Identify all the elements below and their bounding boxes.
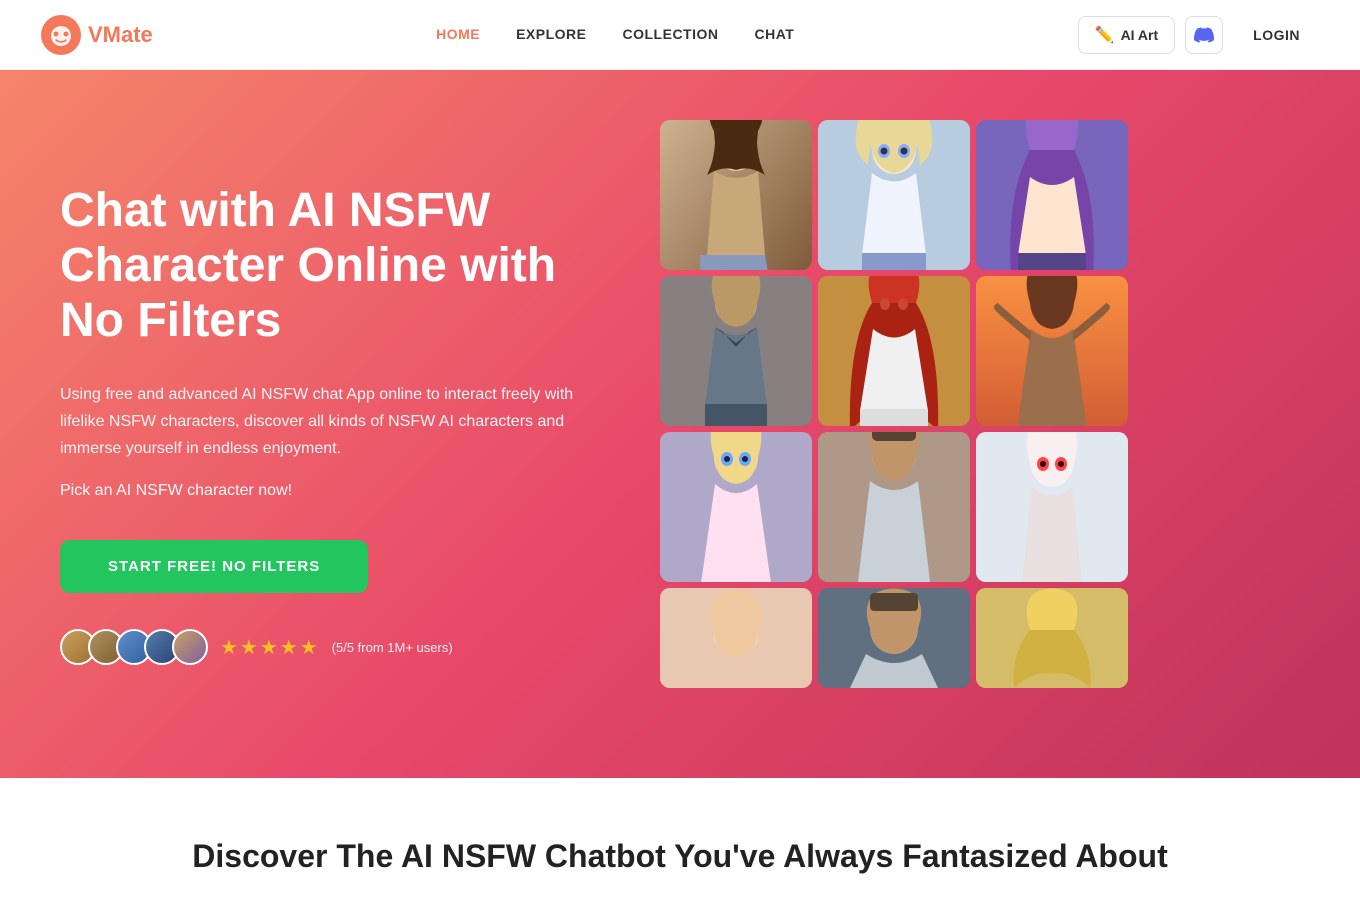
avatar <box>172 629 208 665</box>
character-image-7[interactable] <box>660 432 812 582</box>
character-image-12[interactable] <box>976 588 1128 688</box>
nav-item-home[interactable]: HOME <box>436 26 480 44</box>
character-image-3[interactable] <box>976 120 1128 270</box>
login-button[interactable]: LOGIN <box>1233 19 1320 51</box>
hero-section: Chat with AI NSFW Character Online with … <box>0 70 1360 778</box>
hero-pick-text: Pick an AI NSFW character now! <box>60 482 620 500</box>
figure-silhouette <box>976 276 1128 426</box>
character-image-8[interactable] <box>818 432 970 582</box>
character-image-10[interactable] <box>660 588 812 688</box>
character-image-5[interactable] <box>818 276 970 426</box>
navbar: VMate HOME EXPLORE COLLECTION CHAT ✏️ AI… <box>0 0 1360 70</box>
figure-silhouette <box>976 120 1128 270</box>
ai-art-icon: ✏️ <box>1095 25 1115 45</box>
rating-stars: ★★★★★ <box>220 635 320 660</box>
bottom-section: Discover The AI NSFW Chatbot You've Alwa… <box>0 778 1360 915</box>
discord-button[interactable] <box>1185 16 1223 54</box>
logo-text: VMate <box>88 22 153 48</box>
character-image-2[interactable] <box>818 120 970 270</box>
ai-art-label: AI Art <box>1121 27 1159 43</box>
character-image-9[interactable] <box>976 432 1128 582</box>
figure-silhouette <box>818 432 970 582</box>
bottom-title: Discover The AI NSFW Chatbot You've Alwa… <box>40 838 1320 875</box>
logo[interactable]: VMate <box>40 14 153 56</box>
nav-right: ✏️ AI Art LOGIN <box>1078 16 1320 54</box>
user-avatars <box>60 629 208 665</box>
nav-item-explore[interactable]: EXPLORE <box>516 26 586 44</box>
figure-silhouette <box>818 120 970 270</box>
hero-rating: ★★★★★ (5/5 from 1M+ users) <box>60 629 620 665</box>
ai-art-button[interactable]: ✏️ AI Art <box>1078 16 1176 54</box>
rating-text: (5/5 from 1M+ users) <box>332 640 453 655</box>
figure-silhouette <box>660 432 812 582</box>
nav-item-chat[interactable]: CHAT <box>755 26 795 44</box>
discord-icon <box>1194 25 1214 45</box>
hero-description: Using free and advanced AI NSFW chat App… <box>60 381 620 463</box>
nav-links: HOME EXPLORE COLLECTION CHAT <box>436 26 794 44</box>
character-image-1[interactable] <box>660 120 812 270</box>
nav-item-collection[interactable]: COLLECTION <box>623 26 719 44</box>
hero-title: Chat with AI NSFW Character Online with … <box>60 183 620 349</box>
logo-icon <box>40 14 82 56</box>
hero-image-grid <box>660 120 1140 738</box>
character-image-4[interactable] <box>660 276 812 426</box>
figure-silhouette <box>818 276 970 426</box>
figure-silhouette <box>976 588 1128 688</box>
start-free-button[interactable]: START FREE! NO FILTERS <box>60 540 368 593</box>
figure-silhouette <box>660 588 812 688</box>
figure-silhouette <box>976 432 1128 582</box>
figure-silhouette <box>818 588 970 688</box>
figure-silhouette <box>660 120 812 270</box>
hero-content: Chat with AI NSFW Character Online with … <box>60 183 660 665</box>
character-image-11[interactable] <box>818 588 970 688</box>
character-image-6[interactable] <box>976 276 1128 426</box>
figure-silhouette <box>660 276 812 426</box>
